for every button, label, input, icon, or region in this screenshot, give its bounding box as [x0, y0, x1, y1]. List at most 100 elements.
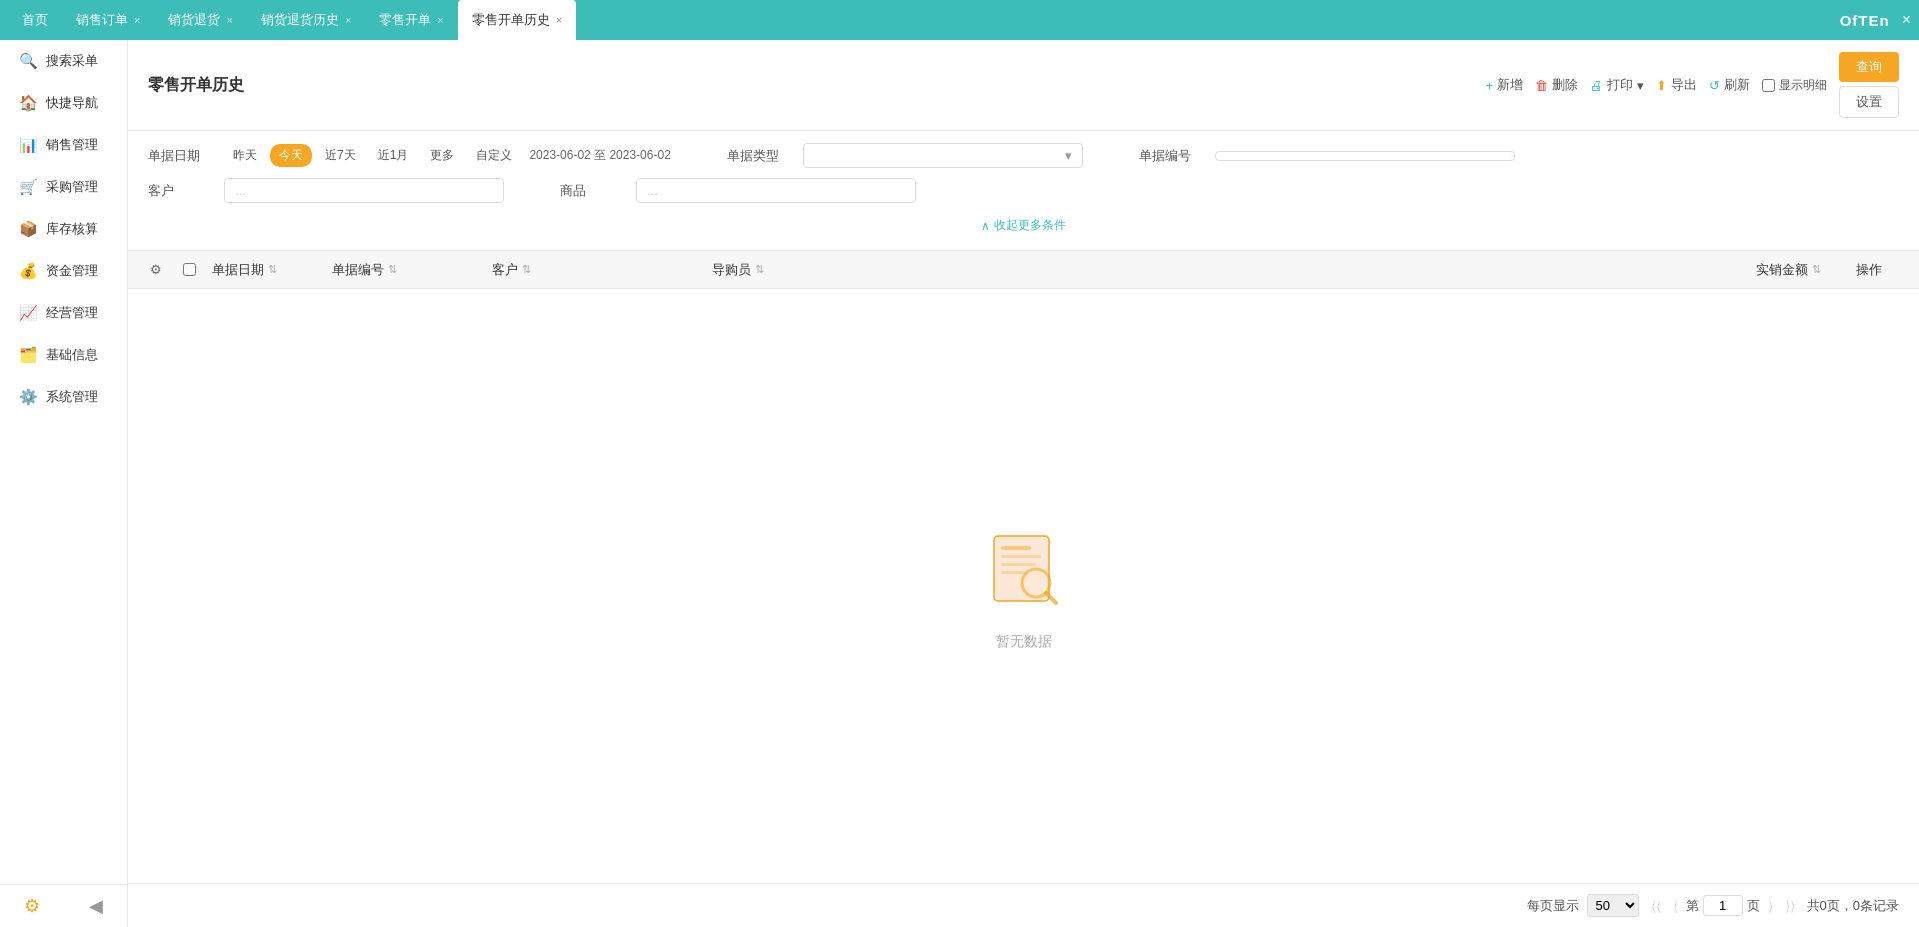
delete-icon: 🗑 [1535, 78, 1548, 93]
svg-rect-4 [1001, 571, 1026, 574]
th-amount: 实销金额 ⇅ [824, 261, 1829, 279]
page-label: 页 [1747, 897, 1760, 915]
delete-button[interactable]: 🗑 删除 [1535, 76, 1578, 94]
sidebar-item-basic[interactable]: 🗂️ 基础信息 [0, 334, 127, 376]
sidebar-bottom: ⚙ ◀ [0, 884, 127, 927]
customer-placeholder: ... [235, 183, 246, 198]
close-retail-open-tab[interactable]: × [437, 14, 443, 26]
show-detail-checkbox[interactable] [1762, 79, 1775, 92]
page-label-pre: 第 [1686, 897, 1699, 915]
sort-customer-icon[interactable]: ⇅ [522, 263, 531, 276]
sidebar-item-purchase[interactable]: 🛒 采购管理 [0, 166, 127, 208]
tab-sales-order[interactable]: 销售订单 × [62, 0, 154, 40]
query-setting-group: 查询 设置 [1839, 52, 1899, 118]
total-text: 共0页，0条记录 [1807, 897, 1899, 915]
tab-retail-open[interactable]: 零售开单 × [365, 0, 457, 40]
sidebar: 🔍 搜索采单 🏠 快捷导航 📊 销售管理 🛒 采购管理 📦 库存核算 💰 资金管… [0, 40, 128, 927]
folder-icon: 🗂️ [19, 346, 38, 364]
sidebar-item-operation[interactable]: 📈 经营管理 [0, 292, 127, 334]
window-close-button[interactable]: × [1902, 11, 1911, 29]
close-sales-return-tab[interactable]: × [226, 14, 232, 26]
top-tab-bar: 首页 销售订单 × 销货退货 × 销货退货历史 × 零售开单 × 零售开单历史 … [0, 0, 1919, 40]
date-range-display: 2023-06-02 至 2023-06-02 [529, 147, 670, 164]
collapse-button[interactable]: ∧ 收起更多条件 [148, 213, 1899, 238]
search-icon: 🔍 [19, 52, 38, 70]
num-label: 单据编号 [1139, 147, 1199, 165]
date-btn-custom[interactable]: 自定义 [467, 144, 521, 167]
close-retail-history-tab[interactable]: × [556, 14, 562, 26]
show-detail-checkbox-label[interactable]: 显示明细 [1762, 77, 1827, 94]
type-label: 单据类型 [727, 147, 787, 165]
sort-guide-icon[interactable]: ⇅ [755, 263, 764, 276]
tab-retail-history[interactable]: 零售开单历史 × [458, 0, 576, 40]
num-input[interactable] [1215, 151, 1515, 161]
gear-icon: ⚙️ [19, 388, 38, 406]
add-button[interactable]: + 新增 [1485, 76, 1523, 94]
prev-page-button[interactable]: ⟨ [1669, 896, 1682, 916]
export-button[interactable]: ⬆ 导出 [1656, 76, 1697, 94]
per-page-select[interactable]: 50 100 200 [1587, 894, 1639, 917]
table-settings-icon[interactable]: ⚙ [138, 262, 174, 277]
page-header: 零售开单历史 + 新增 🗑 删除 🖨 打印 ▾ ⬆ 导出 [128, 40, 1919, 131]
next-page-button[interactable]: ⟩ [1764, 896, 1777, 916]
close-sales-return-history-tab[interactable]: × [345, 14, 351, 26]
per-page-label: 每页显示 [1527, 897, 1579, 915]
query-button[interactable]: 查询 [1839, 52, 1899, 82]
tab-home[interactable]: 首页 [8, 0, 62, 40]
last-page-button[interactable]: ⟩⟩ [1781, 896, 1799, 916]
select-all-checkbox-cell[interactable] [174, 263, 204, 276]
print-button[interactable]: 🖨 打印 ▾ [1590, 76, 1644, 94]
sidebar-item-finance[interactable]: 💰 资金管理 [0, 250, 127, 292]
th-guide: 导购员 ⇅ [704, 261, 824, 279]
empty-illustration [974, 521, 1074, 621]
tab-sales-return[interactable]: 销货退货 × [154, 0, 246, 40]
first-page-button[interactable]: ⟨⟨ [1647, 896, 1665, 916]
sidebar-item-search[interactable]: 🔍 搜索采单 [0, 40, 127, 82]
svg-rect-1 [1001, 546, 1031, 550]
print-arrow-icon: ▾ [1637, 78, 1644, 93]
table-wrap: ⚙ 单据日期 ⇅ 单据编号 ⇅ 客户 ⇅ 导购员 ⇅ [128, 251, 1919, 927]
date-btn-more[interactable]: 更多 [421, 144, 463, 167]
select-all-checkbox[interactable] [183, 263, 196, 276]
empty-text: 暂无数据 [996, 633, 1052, 651]
box-icon: 📦 [19, 220, 38, 238]
sidebar-item-system[interactable]: ⚙️ 系统管理 [0, 376, 127, 418]
pagination: 每页显示 50 100 200 ⟨⟨ ⟨ 第 页 ⟩ ⟩⟩ 共0页，0条记录 [128, 883, 1919, 927]
collapse-sidebar-button[interactable]: ◀ [89, 895, 103, 917]
date-btn-today[interactable]: 今天 [270, 144, 312, 167]
sort-amount-icon[interactable]: ⇅ [1812, 263, 1821, 276]
empty-state: 暂无数据 [128, 289, 1919, 883]
top-bar-right: OfTEn × [1840, 11, 1911, 29]
th-customer: 客户 ⇅ [484, 261, 704, 279]
sort-num-icon[interactable]: ⇅ [388, 263, 397, 276]
tab-sales-return-history[interactable]: 销货退货历史 × [247, 0, 365, 40]
filter-row-2: 客户 ... 商品 ... [148, 178, 1899, 203]
settings-button[interactable]: ⚙ [24, 895, 40, 917]
th-op: 操作 [1829, 261, 1909, 279]
date-btn-7days[interactable]: 近7天 [316, 144, 365, 167]
page-nav: ⟨⟨ ⟨ 第 页 ⟩ ⟩⟩ [1647, 895, 1799, 916]
goods-input[interactable]: ... [636, 178, 916, 203]
sidebar-item-inventory[interactable]: 📦 库存核算 [0, 208, 127, 250]
date-btn-yesterday[interactable]: 昨天 [224, 144, 266, 167]
home-icon: 🏠 [19, 94, 38, 112]
setting-button[interactable]: 设置 [1839, 86, 1899, 118]
refresh-icon: ↺ [1709, 78, 1720, 93]
table-header: ⚙ 单据日期 ⇅ 单据编号 ⇅ 客户 ⇅ 导购员 ⇅ [128, 251, 1919, 289]
toolbar: + 新增 🗑 删除 🖨 打印 ▾ ⬆ 导出 ↺ 刷新 [1485, 52, 1899, 118]
th-num: 单据编号 ⇅ [324, 261, 484, 279]
sidebar-item-shortcut[interactable]: 🏠 快捷导航 [0, 82, 127, 124]
type-select[interactable]: ▾ [803, 143, 1083, 168]
date-label: 单据日期 [148, 147, 208, 165]
brand-logo: OfTEn [1840, 12, 1890, 29]
filter-row-1: 单据日期 昨天 今天 近7天 近1月 更多 自定义 2023-06-02 至 2… [148, 143, 1899, 168]
page-input[interactable] [1703, 895, 1743, 916]
main-layout: 🔍 搜索采单 🏠 快捷导航 📊 销售管理 🛒 采购管理 📦 库存核算 💰 资金管… [0, 40, 1919, 927]
customer-input[interactable]: ... [224, 178, 504, 203]
close-sales-order-tab[interactable]: × [134, 14, 140, 26]
collapse-text: 收起更多条件 [994, 217, 1066, 234]
sort-date-icon[interactable]: ⇅ [268, 263, 277, 276]
date-btn-1month[interactable]: 近1月 [369, 144, 418, 167]
sidebar-item-sales[interactable]: 📊 销售管理 [0, 124, 127, 166]
refresh-button[interactable]: ↺ 刷新 [1709, 76, 1750, 94]
